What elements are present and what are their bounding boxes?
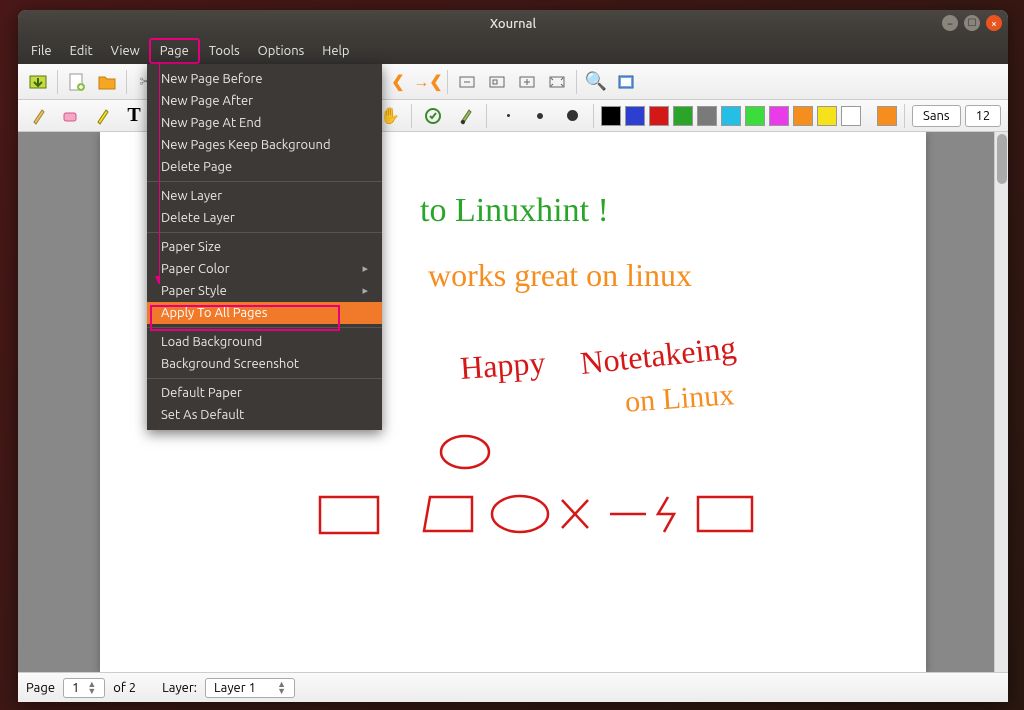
window-controls: − ☐ ×	[942, 15, 1002, 31]
default-tool[interactable]	[419, 102, 447, 130]
menu-set-default[interactable]: Set As Default	[147, 404, 382, 426]
zoom-out-button[interactable]	[453, 68, 481, 96]
statusbar: Page 1 ▲▼ of 2 Layer: Layer 1 ▲▼	[18, 672, 1008, 702]
text-tool[interactable]: T	[120, 102, 148, 130]
font-selector[interactable]: Sans	[912, 105, 961, 127]
menu-delete-page[interactable]: Delete Page	[147, 156, 382, 178]
titlebar: Xournal − ☐ ×	[18, 10, 1008, 38]
hand-text-3b: Notetakeing	[578, 329, 737, 382]
menu-divider	[147, 181, 382, 182]
menu-divider	[147, 378, 382, 379]
highlighter-tool[interactable]	[88, 102, 116, 130]
first-page-button[interactable]: ❮	[384, 68, 412, 96]
color-red[interactable]	[649, 106, 669, 126]
color-lime[interactable]	[745, 106, 765, 126]
maximize-button[interactable]: ☐	[964, 15, 980, 31]
scrollbar-vertical[interactable]	[994, 132, 1008, 672]
layer-label: Layer:	[162, 681, 197, 695]
menu-divider	[147, 232, 382, 233]
eraser-tool[interactable]	[56, 102, 84, 130]
color-blue[interactable]	[625, 106, 645, 126]
hand-text-1: to Linuxhint !	[420, 192, 609, 230]
menu-new-page-end[interactable]: New Page At End	[147, 112, 382, 134]
color-gray[interactable]	[697, 106, 717, 126]
menu-bg-screenshot[interactable]: Background Screenshot	[147, 353, 382, 375]
menu-options[interactable]: Options	[249, 40, 314, 62]
menu-apply-all-pages[interactable]: Apply To All Pages	[147, 302, 382, 324]
layer-select[interactable]: Layer 1 ▲▼	[205, 678, 295, 698]
pen-tool[interactable]	[24, 102, 52, 130]
menu-default-paper[interactable]: Default Paper	[147, 382, 382, 404]
close-button[interactable]: ×	[986, 15, 1002, 31]
menu-paper-size[interactable]: Paper Size	[147, 236, 382, 258]
menubar: File Edit View Page Tools Options Help	[18, 38, 1008, 64]
save-button[interactable]	[24, 68, 52, 96]
font-size[interactable]: 12	[965, 105, 1002, 127]
spin-arrows-icon[interactable]: ▲▼	[277, 681, 286, 695]
thickness-med[interactable]	[526, 102, 554, 130]
spin-arrows-icon[interactable]: ▲▼	[87, 681, 96, 695]
color-yellow[interactable]	[817, 106, 837, 126]
menu-load-bg[interactable]: Load Background	[147, 331, 382, 353]
color-green[interactable]	[673, 106, 693, 126]
minimize-button[interactable]: −	[942, 15, 958, 31]
page-dropdown-menu: New Page Before New Page After New Page …	[147, 64, 382, 430]
menu-edit[interactable]: Edit	[61, 40, 102, 62]
menu-file[interactable]: File	[22, 40, 61, 62]
page-number-spin[interactable]: 1 ▲▼	[63, 678, 105, 698]
hand-text-2: works great on linux	[428, 257, 692, 294]
color-current[interactable]	[877, 106, 897, 126]
menu-page[interactable]: Page	[149, 38, 200, 64]
fullscreen-button[interactable]	[612, 68, 640, 96]
thickness-thick[interactable]	[558, 102, 586, 130]
page-of: of 2	[113, 681, 136, 695]
zoom-tool-button[interactable]: 🔍	[582, 68, 610, 96]
menu-tools[interactable]: Tools	[200, 40, 249, 62]
color-black[interactable]	[601, 106, 621, 126]
menu-help[interactable]: Help	[313, 40, 358, 62]
color-white[interactable]	[841, 106, 861, 126]
scrollbar-thumb[interactable]	[997, 134, 1007, 184]
hand-text-3a: Happy	[459, 344, 547, 387]
menu-paper-style[interactable]: Paper Style	[147, 280, 382, 302]
zoom-reset-button[interactable]	[483, 68, 511, 96]
menu-new-layer[interactable]: New Layer	[147, 185, 382, 207]
prev-page-button[interactable]: →❮	[414, 68, 442, 96]
menu-new-page-before[interactable]: New Page Before	[147, 68, 382, 90]
hand-shapes	[310, 432, 790, 552]
annotation-arrow-icon	[154, 62, 160, 284]
menu-delete-layer[interactable]: Delete Layer	[147, 207, 382, 229]
new-file-button[interactable]	[63, 68, 91, 96]
color-cyan[interactable]	[721, 106, 741, 126]
color-magenta[interactable]	[769, 106, 789, 126]
menu-view[interactable]: View	[102, 40, 149, 62]
open-button[interactable]	[93, 68, 121, 96]
thickness-thin[interactable]	[494, 102, 522, 130]
menu-divider	[147, 327, 382, 328]
zoom-fit-button[interactable]	[543, 68, 571, 96]
menu-new-page-after[interactable]: New Page After	[147, 90, 382, 112]
shape-tool[interactable]	[451, 102, 479, 130]
page-label: Page	[26, 681, 55, 695]
menu-keep-bg[interactable]: New Pages Keep Background	[147, 134, 382, 156]
menu-paper-color[interactable]: Paper Color	[147, 258, 382, 280]
app-title: Xournal	[490, 17, 536, 31]
hand-text-3c: on Linux	[624, 378, 735, 420]
zoom-in-button[interactable]	[513, 68, 541, 96]
color-orange[interactable]	[793, 106, 813, 126]
